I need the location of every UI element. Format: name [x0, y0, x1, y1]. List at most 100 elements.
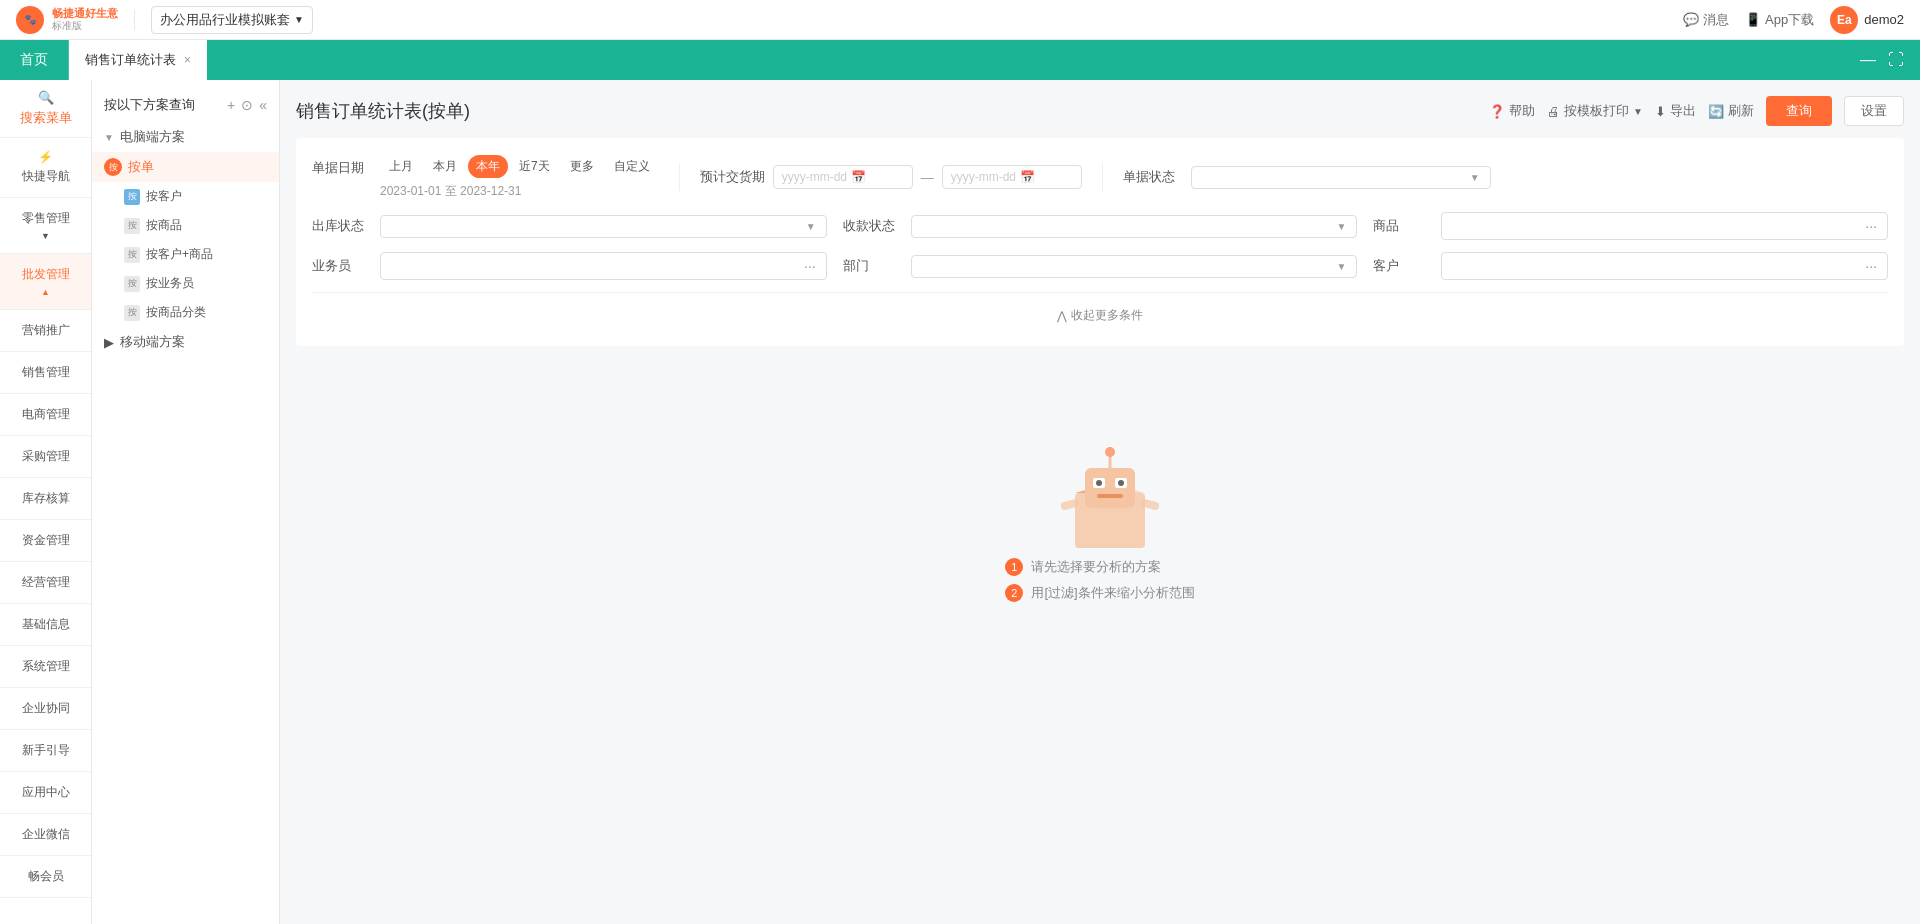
tree-expand-icon: ▼: [104, 132, 114, 143]
tree-sub-item-by-customer[interactable]: 按 按客户: [92, 182, 279, 211]
refresh-btn[interactable]: 🔄 刷新: [1708, 102, 1754, 120]
product-label: 商品: [1373, 217, 1433, 235]
expected-date-start[interactable]: yyyy-mm-dd 📅: [773, 165, 913, 189]
sidebar-item-wholesale[interactable]: 批发管理 ▲: [0, 254, 91, 310]
date-label: 单据日期: [312, 154, 372, 182]
delivery-select[interactable]: ▼: [380, 215, 827, 238]
date-this-year-btn[interactable]: 本年: [468, 155, 508, 178]
tree-item-by-order[interactable]: 按 按单: [92, 152, 279, 182]
top-bar: 🐾 畅捷通好生意 标准版 办公用品行业模拟账套 ▼ 💬 消息 📱 App下载 E…: [0, 0, 1920, 40]
salesperson-input[interactable]: ···: [380, 252, 827, 280]
department-select[interactable]: ▼: [911, 255, 1358, 278]
sidebar-item-enterprise[interactable]: 企业协同: [0, 688, 91, 730]
sidebar-item-retail[interactable]: 零售管理 ▼: [0, 198, 91, 254]
svg-point-6: [1096, 480, 1102, 486]
tab-minimize-icon[interactable]: —: [1860, 51, 1876, 69]
customer-input[interactable]: ···: [1441, 252, 1888, 280]
svg-point-7: [1118, 480, 1124, 486]
quicknav-icon: ⚡: [38, 150, 53, 164]
date-more-btn[interactable]: 更多: [561, 154, 603, 179]
product-input[interactable]: ···: [1441, 212, 1888, 240]
tree-sub-icon-product: 按: [124, 218, 140, 234]
sidebar-item-search[interactable]: 🔍 搜索菜单: [0, 80, 91, 138]
filter-row-1: 单据日期 上月 本月 本年 近7天 更多 自定义 2023-01-01 至 20…: [312, 154, 1888, 200]
sidebar-item-ecommerce[interactable]: 电商管理: [0, 394, 91, 436]
message-icon: 💬: [1683, 12, 1699, 27]
empty-tips: 1 请先选择要分析的方案 2 用[过滤]条件来缩小分析范围: [1005, 558, 1194, 610]
filter-row-3: 业务员 ··· 部门 ▼ 客户 ···: [312, 252, 1888, 280]
main-layout: 🔍 搜索菜单 ⚡ 快捷导航 零售管理 ▼ 批发管理 ▲ 营销推广 销售管理 电商…: [0, 80, 1920, 924]
sidebar-item-marketing[interactable]: 营销推广: [0, 310, 91, 352]
help-icon: ❓: [1489, 104, 1505, 119]
chevron-down-icon: ▼: [294, 14, 304, 25]
tab-sales-report[interactable]: 销售订单统计表 ×: [69, 40, 207, 80]
svg-point-10: [1105, 447, 1115, 457]
tree-mobile-group[interactable]: ▶ 移动端方案: [92, 327, 279, 357]
collapse-btn[interactable]: ⋀ 收起更多条件: [1051, 301, 1149, 330]
sidebar-item-basic[interactable]: 基础信息: [0, 604, 91, 646]
help-btn[interactable]: ❓ 帮助: [1489, 102, 1535, 120]
sidebar-item-wechat[interactable]: 企业微信: [0, 814, 91, 856]
tree-sub-icon-customer-product: 按: [124, 247, 140, 263]
sidebar-item-newbie[interactable]: 新手引导: [0, 730, 91, 772]
customer-label: 客户: [1373, 257, 1433, 275]
tree-sub-item-by-product[interactable]: 按 按商品: [92, 211, 279, 240]
tree-sub-icon-salesperson: 按: [124, 276, 140, 292]
export-btn[interactable]: ⬇ 导出: [1655, 102, 1696, 120]
query-btn[interactable]: 查询: [1766, 96, 1832, 126]
expected-date-label: 预计交货期: [700, 168, 765, 186]
filter-card: 单据日期 上月 本月 本年 近7天 更多 自定义 2023-01-01 至 20…: [296, 138, 1904, 346]
date-last7-btn[interactable]: 近7天: [510, 154, 559, 179]
user-menu[interactable]: Ea demo2: [1830, 6, 1904, 34]
left-panel: 按以下方案查询 + ⊙ « ▼ 电脑端方案 按 按单 按 按客户 按 按商品: [92, 80, 280, 924]
sidebar-item-inventory[interactable]: 库存核算: [0, 478, 91, 520]
sidebar-item-member[interactable]: 畅会员: [0, 856, 91, 898]
status-chevron-icon: ▼: [1470, 172, 1480, 183]
panel-settings-btn[interactable]: ⊙: [241, 97, 253, 113]
date-this-month-btn[interactable]: 本月: [424, 154, 466, 179]
date-prev-month-btn[interactable]: 上月: [380, 154, 422, 179]
tree-sub-item-by-customer-product[interactable]: 按 按客户+商品: [92, 240, 279, 269]
panel-add-btn[interactable]: +: [227, 97, 235, 113]
sidebar-item-purchase[interactable]: 采购管理: [0, 436, 91, 478]
account-dropdown[interactable]: 办公用品行业模拟账套 ▼: [151, 6, 313, 34]
empty-tip-1: 1 请先选择要分析的方案: [1005, 558, 1194, 576]
sidebar-item-sales[interactable]: 销售管理: [0, 352, 91, 394]
top-bar-right: 💬 消息 📱 App下载 Ea demo2: [1683, 6, 1904, 34]
tab-home[interactable]: 首页: [0, 40, 69, 80]
export-icon: ⬇: [1655, 104, 1666, 119]
sidebar-item-system[interactable]: 系统管理: [0, 646, 91, 688]
expected-date-end[interactable]: yyyy-mm-dd 📅: [942, 165, 1082, 189]
status-select[interactable]: ▼: [1191, 166, 1491, 189]
chevron-down-icon: ▼: [41, 231, 50, 241]
sidebar: 🔍 搜索菜单 ⚡ 快捷导航 零售管理 ▼ 批发管理 ▲ 营销推广 销售管理 电商…: [0, 80, 92, 924]
chevron-up-icon: ▲: [41, 287, 50, 297]
sidebar-item-finance[interactable]: 资金管理: [0, 520, 91, 562]
tab-maximize-icon[interactable]: ⛶: [1888, 51, 1904, 69]
sidebar-item-apps[interactable]: 应用中心: [0, 772, 91, 814]
panel-collapse-btn[interactable]: «: [259, 97, 267, 113]
sidebar-item-quicknav[interactable]: ⚡ 快捷导航: [0, 138, 91, 198]
settings-btn[interactable]: 设置: [1844, 96, 1904, 126]
avatar: Ea: [1830, 6, 1858, 34]
status-label: 单据状态: [1123, 168, 1183, 186]
tree-sub-item-by-salesperson[interactable]: 按 按业务员: [92, 269, 279, 298]
tree-pc-group[interactable]: ▼ 电脑端方案: [92, 122, 279, 152]
top-bar-left: 🐾 畅捷通好生意 标准版 办公用品行业模拟账套 ▼: [16, 6, 313, 34]
print-btn[interactable]: 🖨 按模板打印 ▼: [1547, 102, 1643, 120]
message-action[interactable]: 💬 消息: [1683, 11, 1729, 29]
sidebar-item-operations[interactable]: 经营管理: [0, 562, 91, 604]
tree-sub-item-by-category[interactable]: 按 按商品分类: [92, 298, 279, 327]
panel-actions: + ⊙ «: [227, 97, 267, 113]
collapse-icon: ⋀: [1057, 309, 1067, 323]
tab-close-icon[interactable]: ×: [184, 53, 191, 67]
logo-icon: 🐾: [16, 6, 44, 34]
app-download-action[interactable]: 📱 App下载: [1745, 11, 1814, 29]
payment-select[interactable]: ▼: [911, 215, 1358, 238]
logo-text: 畅捷通好生意 标准版: [52, 7, 118, 32]
delivery-chevron-icon: ▼: [806, 221, 816, 232]
date-custom-btn[interactable]: 自定义: [605, 154, 659, 179]
tree-sub-icon-category: 按: [124, 305, 140, 321]
product-dots: ···: [1865, 218, 1877, 234]
empty-tip-2: 2 用[过滤]条件来缩小分析范围: [1005, 584, 1194, 602]
